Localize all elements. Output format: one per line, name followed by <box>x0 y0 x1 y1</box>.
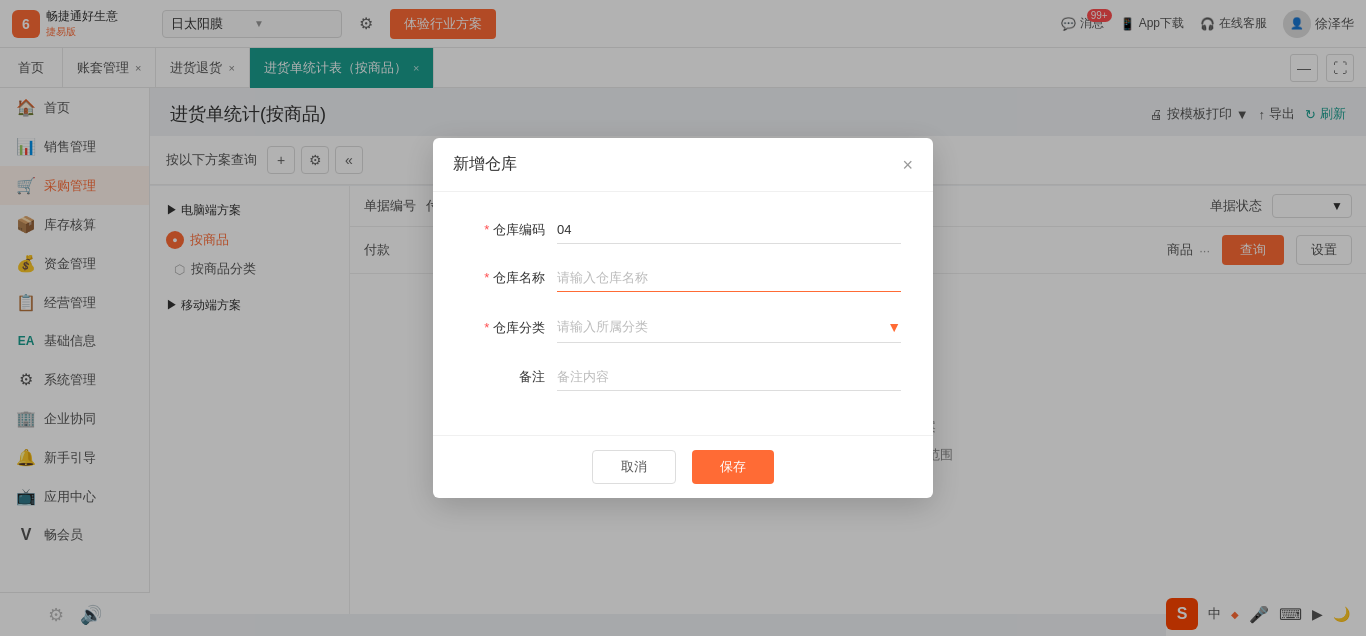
modal-body: 仓库编码 仓库名称 仓库分类 请输入所属分类 ▼ 备注 <box>433 192 933 435</box>
warehouse-name-input[interactable] <box>557 264 901 292</box>
modal-title: 新增仓库 <box>453 154 517 175</box>
form-row-name: 仓库名称 <box>465 264 901 292</box>
warehouse-code-input[interactable] <box>557 216 901 244</box>
form-row-code: 仓库编码 <box>465 216 901 244</box>
modal-overlay: 新增仓库 × 仓库编码 仓库名称 仓库分类 请输入所属分类 ▼ <box>0 0 1366 636</box>
form-label-code: 仓库编码 <box>465 221 545 239</box>
form-label-category: 仓库分类 <box>465 319 545 337</box>
warehouse-remark-input[interactable] <box>557 363 901 391</box>
form-label-remark: 备注 <box>465 368 545 386</box>
form-row-category: 仓库分类 请输入所属分类 ▼ <box>465 312 901 343</box>
category-placeholder: 请输入所属分类 <box>557 318 648 336</box>
save-button[interactable]: 保存 <box>692 450 774 484</box>
form-label-name: 仓库名称 <box>465 269 545 287</box>
category-arrow-icon: ▼ <box>887 319 901 335</box>
modal-header: 新增仓库 × <box>433 138 933 192</box>
warehouse-category-select[interactable]: 请输入所属分类 ▼ <box>557 312 901 343</box>
new-warehouse-modal: 新增仓库 × 仓库编码 仓库名称 仓库分类 请输入所属分类 ▼ <box>433 138 933 498</box>
form-row-remark: 备注 <box>465 363 901 391</box>
modal-footer: 取消 保存 <box>433 435 933 498</box>
cancel-button[interactable]: 取消 <box>592 450 676 484</box>
modal-close-button[interactable]: × <box>902 156 913 174</box>
